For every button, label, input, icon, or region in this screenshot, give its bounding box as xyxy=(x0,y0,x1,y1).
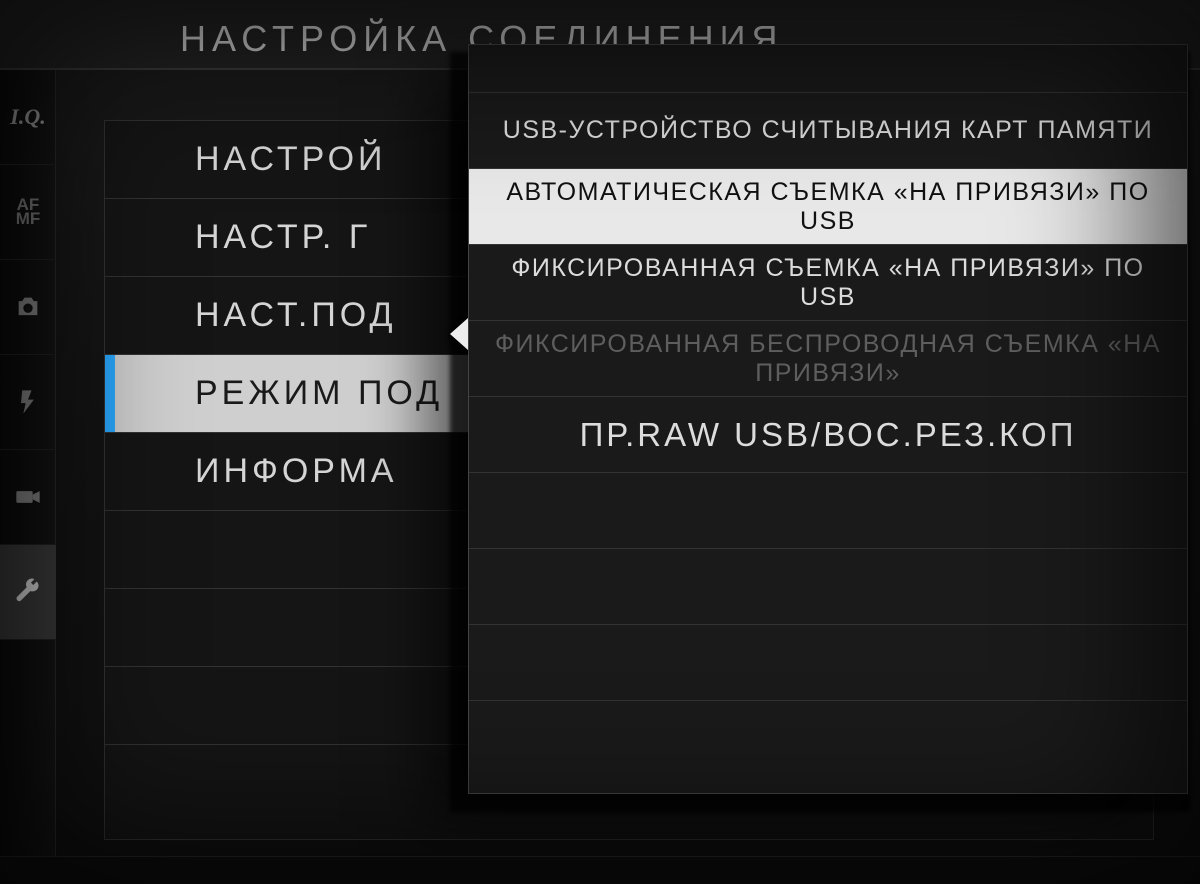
submenu-item-4[interactable]: ПР.RAW USB/ВОС.РЕЗ.КОП xyxy=(469,397,1187,473)
submenu-empty-row xyxy=(469,549,1187,625)
sidebar-tab-shooting[interactable] xyxy=(0,260,56,355)
sidebar-tab-setup[interactable] xyxy=(0,545,56,640)
overlay-spacer xyxy=(469,45,1187,93)
submenu-item-label: ФИКСИРОВАННАЯ БЕСПРОВОДНАЯ СЪЕМКА «НА ПР… xyxy=(489,330,1167,388)
afmf-icon: AFMF xyxy=(16,198,41,227)
sidebar-tab-iq[interactable]: I.Q. xyxy=(0,70,56,165)
submenu-item-0[interactable]: USB-УСТРОЙСТВО СЧИТЫВАНИЯ КАРТ ПАМЯТИ xyxy=(469,93,1187,169)
sidebar-tab-empty xyxy=(0,640,56,735)
submenu-item-2[interactable]: ФИКСИРОВАННАЯ СЪЕМКА «НА ПРИВЯЗИ» ПО USB xyxy=(469,245,1187,321)
bottom-strip xyxy=(0,856,1200,884)
main-row-label: ИНФОРМА xyxy=(195,452,398,491)
submenu-empty-row xyxy=(469,701,1187,777)
submenu-item-1[interactable]: АВТОМАТИЧЕСКАЯ СЪЕМКА «НА ПРИВЯЗИ» ПО US… xyxy=(469,169,1187,245)
sidebar-tab-flash[interactable] xyxy=(0,355,56,450)
wrench-icon xyxy=(14,578,42,606)
main-row-label: НАСТ.ПОД xyxy=(195,296,397,335)
submenu-item-label: ПР.RAW USB/ВОС.РЕЗ.КОП xyxy=(580,416,1077,454)
submenu-empty-row xyxy=(469,625,1187,701)
flash-icon xyxy=(14,388,42,416)
submenu-item-label: АВТОМАТИЧЕСКАЯ СЪЕМКА «НА ПРИВЯЗИ» ПО US… xyxy=(489,178,1167,236)
submenu-pointer-icon xyxy=(450,318,468,350)
movie-icon xyxy=(14,483,42,511)
submenu-item-label: ФИКСИРОВАННАЯ СЪЕМКА «НА ПРИВЯЗИ» ПО USB xyxy=(489,254,1167,312)
main-row-label: НАСТРОЙ xyxy=(195,140,387,179)
sidebar-tab-afmf[interactable]: AFMF xyxy=(0,165,56,260)
submenu-overlay: USB-УСТРОЙСТВО СЧИТЫВАНИЯ КАРТ ПАМЯТИ АВ… xyxy=(468,44,1188,794)
submenu-empty-row xyxy=(469,473,1187,549)
main-row-label: НАСТР. Г xyxy=(195,218,371,257)
submenu-item-label: USB-УСТРОЙСТВО СЧИТЫВАНИЯ КАРТ ПАМЯТИ xyxy=(503,116,1153,145)
sidebar: I.Q. AFMF xyxy=(0,70,56,864)
camera-menu-screen: НАСТРОЙКА СОЕДИНЕНИЯ I.Q. AFMF НАСТРОЙ Н… xyxy=(0,0,1200,884)
camera-icon xyxy=(14,293,42,321)
sidebar-tab-movie[interactable] xyxy=(0,450,56,545)
main-row-label: РЕЖИМ ПОД xyxy=(195,374,443,413)
iq-icon: I.Q. xyxy=(10,104,45,130)
submenu-item-3: ФИКСИРОВАННАЯ БЕСПРОВОДНАЯ СЪЕМКА «НА ПР… xyxy=(469,321,1187,397)
